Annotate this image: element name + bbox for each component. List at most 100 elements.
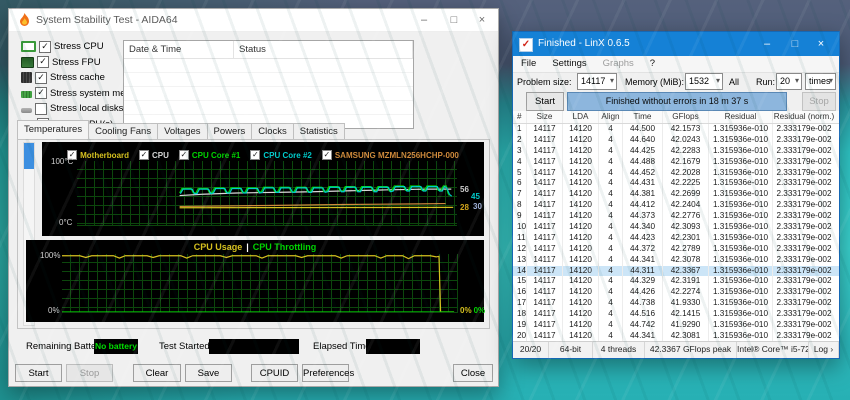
- maximize-button[interactable]: □: [781, 32, 809, 56]
- table-row[interactable]: 18 14117 14120 4 44.516 42.1415 1.315936e-010 2…: [513, 309, 839, 321]
- table-row[interactable]: 4 14117 14120 4 44.488 42.1679 1.315936e-010 2.…: [513, 156, 839, 168]
- table-row[interactable]: 1 14117 14120 4 44.500 42.1573 1.315936e-010 2.…: [513, 124, 839, 135]
- table-cell: 44.423: [623, 232, 663, 244]
- table-row[interactable]: 5 14117 14120 4 44.452 42.2028 1.315936e-010 2.…: [513, 167, 839, 179]
- cpuid-button[interactable]: CPUID: [251, 364, 298, 382]
- stress-option-label: Stress FPU: [52, 56, 101, 68]
- menu-help[interactable]: ?: [642, 56, 663, 72]
- table-row[interactable]: 9 14117 14120 4 44.373 42.2776 1.315936e-010 2.…: [513, 211, 839, 223]
- aida64-window: System Stability Test - AIDA64 – □ × ✓ St…: [8, 8, 499, 387]
- cpu-usage-title-part: CPU Throttling: [252, 242, 317, 252]
- tab-clocks[interactable]: Clocks: [251, 123, 294, 139]
- table-row[interactable]: 10 14117 14120 4 44.340 42.3093 1.315936e-010 2…: [513, 222, 839, 233]
- tab-statistics[interactable]: Statistics: [292, 123, 345, 139]
- legend-label: Motherboard: [80, 150, 130, 160]
- table-row[interactable]: 3 14117 14120 4 44.425 42.2283 1.315936e-010 2.…: [513, 145, 839, 157]
- run-count-select[interactable]: 20 ▾: [776, 73, 802, 90]
- table-cell: 1.315936e-010: [709, 298, 773, 310]
- problem-size-select[interactable]: 14117 ▾: [577, 73, 617, 90]
- table-row[interactable]: 12 14117 14120 4 44.372 42.2789 1.315936e-010 2…: [513, 243, 839, 255]
- table-cell: 14117: [527, 134, 563, 146]
- minimize-button[interactable]: –: [753, 32, 781, 56]
- stop-button[interactable]: Stop: [802, 92, 836, 111]
- checkbox[interactable]: ✓: [139, 150, 150, 160]
- tab-voltages[interactable]: Voltages: [157, 123, 208, 139]
- menu-graphs[interactable]: Graphs: [595, 56, 642, 72]
- save-button[interactable]: Save: [185, 364, 232, 382]
- y-axis-min-label: 0°C: [59, 218, 73, 227]
- checkbox[interactable]: ✓: [35, 87, 47, 100]
- stress-option-stress-cpu[interactable]: ✓ Stress CPU: [21, 39, 123, 55]
- table-row[interactable]: 11 14117 14120 4 44.423 42.2301 1.315936e-010 2…: [513, 232, 839, 244]
- tab-temperatures[interactable]: Temperatures: [17, 120, 90, 139]
- checkbox[interactable]: ✓: [37, 56, 49, 69]
- legend-cpu-core-2[interactable]: ✓ CPU Core #2: [250, 150, 312, 160]
- table-cell: 1.315936e-010: [709, 243, 773, 255]
- tab-powers[interactable]: Powers: [206, 123, 253, 139]
- menu-file[interactable]: File: [513, 56, 544, 72]
- cpu-usage-graph: CPU Usage | CPU Throttling 100% 0% 0% 0%: [26, 240, 485, 322]
- table-row[interactable]: 6 14117 14120 4 44.431 42.2225 1.315936e-010 2.…: [513, 178, 839, 190]
- stress-option-stress-system-memory[interactable]: ✓ Stress system memory: [21, 86, 147, 102]
- aida64-titlebar[interactable]: System Stability Test - AIDA64 – □ ×: [9, 9, 498, 32]
- stop-button[interactable]: Stop: [66, 364, 113, 382]
- start-button[interactable]: Start: [526, 92, 564, 111]
- run-unit-select[interactable]: times ▾: [805, 73, 836, 90]
- table-cell: 6: [513, 178, 527, 190]
- menu-settings[interactable]: Settings: [544, 56, 594, 72]
- chevron-down-icon: ▾: [609, 76, 614, 85]
- table-cell: 4: [599, 124, 623, 135]
- table-cell: 14120: [563, 243, 599, 255]
- stress-option-label: Stress CPU: [54, 41, 104, 53]
- checkbox[interactable]: ✓: [321, 150, 332, 160]
- checkbox[interactable]: ✓: [250, 150, 261, 160]
- memory-select[interactable]: 1532 ▾: [685, 73, 723, 90]
- close-button[interactable]: ×: [468, 9, 496, 31]
- scrollbar-thumb[interactable]: [24, 143, 34, 169]
- stress-option-stress-cache[interactable]: ✓ Stress cache: [21, 70, 123, 86]
- temp-value-label: 28: [460, 203, 469, 213]
- table-cell: 5: [513, 167, 527, 179]
- table-row[interactable]: 16 14117 14120 4 44.426 42.2274 1.315936e-010 2…: [513, 287, 839, 299]
- table-row[interactable]: 13 14117 14120 4 44.341 42.3078 1.315936e-010 2…: [513, 254, 839, 266]
- status-log[interactable]: Log ›: [809, 342, 839, 358]
- legend-motherboard[interactable]: ✓ Motherboard: [67, 150, 129, 160]
- table-row[interactable]: 15 14117 14120 4 44.329 42.3191 1.315936e-010 2…: [513, 276, 839, 288]
- start-button[interactable]: Start: [15, 364, 62, 382]
- close-button[interactable]: ×: [807, 32, 835, 56]
- stress-option-stress-fpu[interactable]: ✓ Stress FPU: [21, 55, 123, 71]
- table-cell: 2.333179e-002: [776, 265, 832, 275]
- tab-cooling-fans[interactable]: Cooling Fans: [88, 123, 159, 139]
- linx-titlebar[interactable]: ✓ Finished - LinX 0.6.5 – □ ×: [513, 32, 839, 56]
- table-cell: 11: [513, 232, 527, 244]
- column-date-time: Date & Time: [124, 41, 234, 58]
- table-cell: 44.372: [623, 243, 663, 255]
- table-cell: 4: [599, 167, 623, 179]
- minimize-button[interactable]: –: [410, 9, 438, 31]
- table-row[interactable]: 14 14117 14120 4 44.311 42.3367 1.315936e-010 2…: [513, 265, 839, 277]
- table-cell: 1.315936e-010: [709, 265, 773, 277]
- table-row[interactable]: 7 14117 14120 4 44.381 42.2699 1.315936e-010 2.…: [513, 189, 839, 201]
- checkbox[interactable]: ✓: [35, 71, 47, 84]
- checkbox[interactable]: ✓: [39, 40, 51, 53]
- close-button[interactable]: Close: [453, 364, 493, 382]
- table-cell: 1.315936e-010: [709, 211, 773, 223]
- clear-button[interactable]: Clear: [133, 364, 181, 382]
- table-cell: 14120: [563, 167, 599, 179]
- table-row[interactable]: 8 14117 14120 4 44.412 42.2404 1.315936e-010 2.…: [513, 200, 839, 212]
- battery-status-value: No battery: [94, 341, 138, 351]
- temp-value-label: 45: [471, 192, 480, 202]
- stress-option-stress-local-disks[interactable]: Stress local disks: [21, 101, 123, 117]
- table-row[interactable]: 19 14117 14120 4 44.742 41.9290 1.315936e-010 2…: [513, 320, 839, 331]
- table-row[interactable]: 17 14117 14120 4 44.738 41.9330 1.315936e-010 2…: [513, 298, 839, 310]
- table-cell: 14117: [527, 265, 563, 277]
- preferences-button[interactable]: Preferences: [302, 364, 354, 382]
- table-row[interactable]: 2 14117 14120 4 44.640 42.0243 1.315936e-010 2.…: [513, 134, 839, 146]
- table-cell: 1.315936e-010: [709, 276, 773, 288]
- checkbox[interactable]: ✓: [178, 150, 189, 160]
- checkbox[interactable]: [35, 102, 47, 115]
- legend-cpu-core-1[interactable]: ✓ CPU Core #1: [178, 150, 240, 160]
- legend-cpu[interactable]: ✓ CPU: [139, 150, 169, 160]
- legend-samsung-mzmln256hchp-000[interactable]: ✓ SAMSUNG MZMLN256HCHP-000: [321, 150, 459, 160]
- maximize-button[interactable]: □: [440, 9, 468, 31]
